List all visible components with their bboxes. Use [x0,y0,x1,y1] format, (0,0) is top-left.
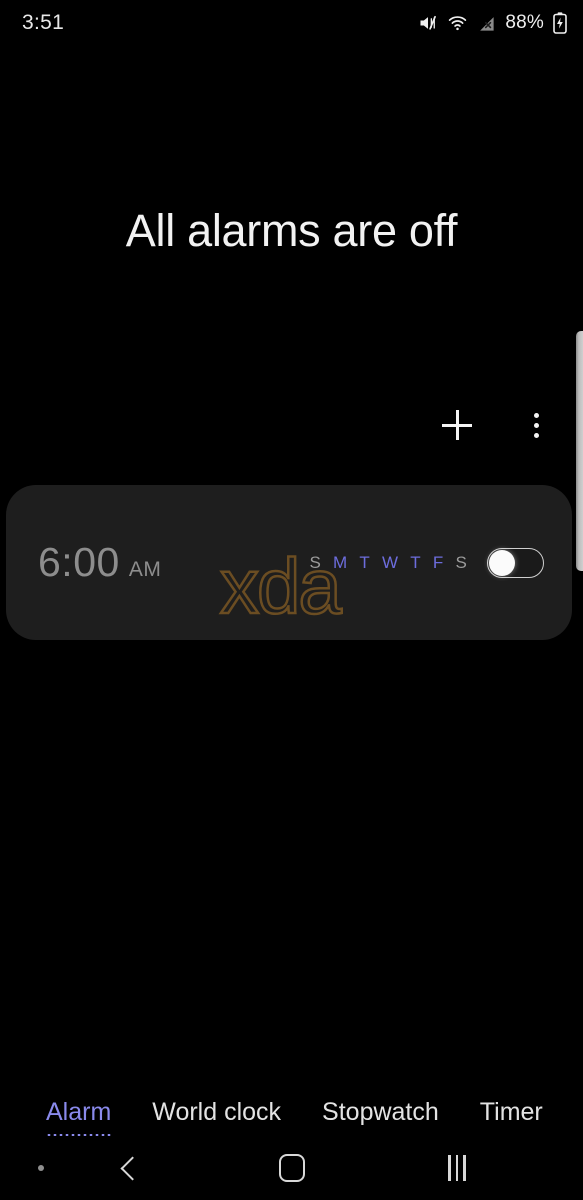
edge-panel-handle[interactable] [576,331,583,571]
home-square-icon [279,1154,305,1182]
day-tuesday[interactable]: T [359,553,370,573]
battery-percentage: 88% [505,12,544,33]
more-vertical-icon [533,412,539,438]
more-options-button[interactable] [513,402,559,448]
wifi-icon [447,13,468,33]
recents-bars-icon [448,1155,466,1181]
dot-indicator-icon[interactable] [32,1159,50,1177]
bottom-tab-bar: Alarm World clock Stopwatch Timer [0,1092,583,1136]
nav-home-button[interactable] [263,1145,321,1191]
tab-alarm[interactable]: Alarm [46,1092,112,1136]
add-alarm-button[interactable] [434,402,480,448]
status-bar-icons: 88% [418,12,567,34]
day-monday[interactable]: M [333,553,347,573]
system-navigation-bar [0,1136,583,1200]
status-bar-clock: 3:51 [22,11,65,34]
battery-charging-icon [553,12,567,34]
chevron-left-icon [120,1155,145,1181]
tab-world-clock[interactable]: World clock [152,1092,281,1136]
clock-app-screen: 3:51 88% All alarms are off xda 6:00 AM … [0,0,583,1200]
plus-icon [442,410,472,440]
alarm-card-row: 6:00 AM S M T W T F S [6,485,572,640]
nav-back-button[interactable] [101,1145,159,1191]
alarm-card-controls: S M T W T F S [310,547,544,578]
alarm-meridiem: AM [128,558,162,581]
day-friday[interactable]: F [433,553,444,573]
status-bar: 3:51 88% [0,0,583,46]
day-thursday[interactable]: T [410,553,421,573]
tab-stopwatch[interactable]: Stopwatch [322,1092,439,1136]
alarm-list-item[interactable]: xda 6:00 AM S M T W T F S [6,485,572,640]
alarm-repeat-days: S M T W T F S [310,553,468,573]
day-sunday[interactable]: S [310,553,322,573]
alarm-time: 6:00 AM [38,539,161,586]
no-signal-icon [477,14,496,33]
toggle-knob [489,549,515,576]
tab-timer[interactable]: Timer [480,1092,543,1136]
page-title: All alarms are off [125,205,458,256]
alarm-toggle[interactable] [487,547,544,578]
day-wednesday[interactable]: W [382,553,398,573]
alarm-time-value: 6:00 [38,539,120,585]
nav-recents-button[interactable] [428,1145,486,1191]
day-saturday[interactable]: S [455,553,467,573]
action-bar [434,402,559,448]
mute-icon [418,13,438,33]
